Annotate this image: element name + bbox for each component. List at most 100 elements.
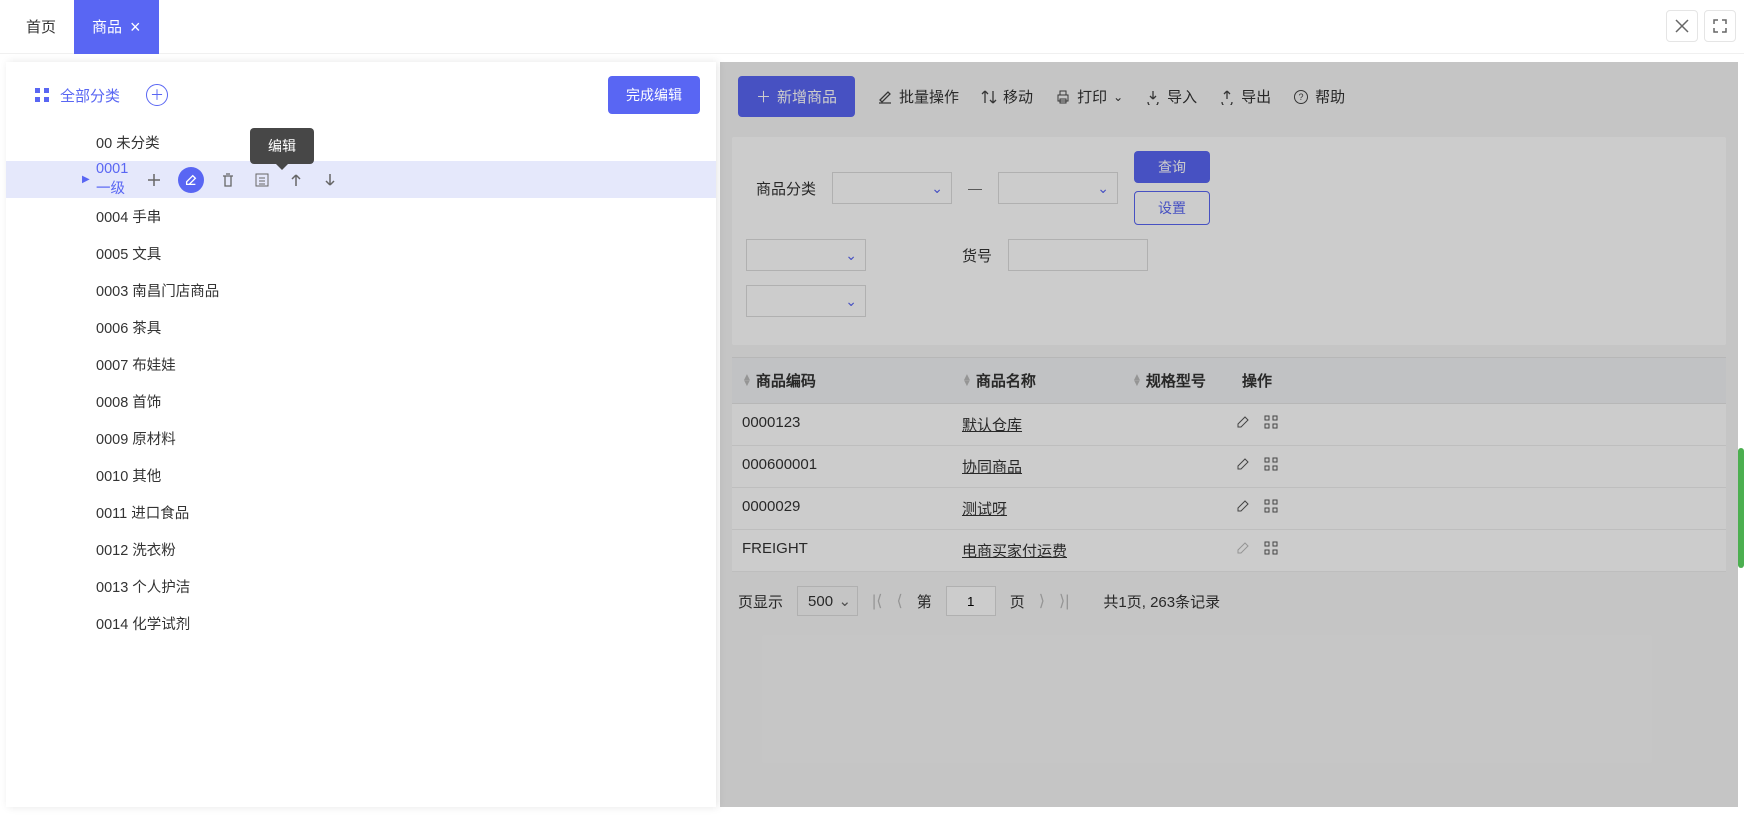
help-label: 帮助 bbox=[1315, 86, 1345, 107]
cell-actions bbox=[1212, 530, 1302, 571]
cell-name[interactable]: 电商买家付运费 bbox=[952, 530, 1122, 571]
page-summary: 共1页, 263条记录 bbox=[1103, 591, 1220, 612]
filter-category-label: 商品分类 bbox=[746, 178, 816, 199]
tree-item-actions bbox=[144, 167, 700, 193]
print-button[interactable]: 打印 ⌄ bbox=[1055, 86, 1123, 107]
table-row: 0000123默认仓库 bbox=[732, 404, 1726, 446]
tree-item[interactable]: 0014 化学试剂 bbox=[6, 605, 716, 642]
edit-icon bbox=[877, 89, 893, 105]
arrow-up-icon[interactable] bbox=[286, 170, 306, 190]
per-page-label: 页显示 bbox=[738, 591, 783, 612]
tab-home[interactable]: 首页 bbox=[8, 0, 74, 54]
row-edit-icon[interactable] bbox=[1235, 414, 1251, 430]
tree-item-label: 0009 原材料 bbox=[96, 428, 176, 449]
top-tab-bar: 首页 商品 × bbox=[0, 0, 1744, 54]
side-indicator bbox=[1738, 448, 1744, 568]
table-header: ▲▼商品编码 ▲▼商品名称 ▲▼规格型号 操作 bbox=[732, 357, 1726, 404]
per-page-select[interactable]: 500 bbox=[797, 586, 858, 616]
tree-item[interactable]: 0008 首饰 bbox=[6, 383, 716, 420]
last-page-icon[interactable]: ⟩| bbox=[1059, 591, 1069, 611]
row-edit-icon[interactable] bbox=[1235, 456, 1251, 472]
close-icon[interactable]: × bbox=[130, 18, 141, 36]
edit-icon[interactable] bbox=[178, 167, 204, 193]
edit-tooltip: 编辑 bbox=[250, 128, 314, 164]
cell-name[interactable]: 测试呀 bbox=[952, 488, 1122, 529]
category-panel: 全部分类 ＋ 完成编辑 编辑 00 未分类▶0001 一级0004 手串0005… bbox=[6, 62, 716, 807]
row-more-icon[interactable] bbox=[1263, 498, 1279, 514]
tree-item[interactable]: 0005 文具 bbox=[6, 235, 716, 272]
th-spec[interactable]: ▲▼规格型号 bbox=[1122, 358, 1212, 403]
tree-item[interactable]: 0007 布娃娃 bbox=[6, 346, 716, 383]
th-code[interactable]: ▲▼商品编码 bbox=[732, 358, 952, 403]
chevron-down-icon: ⌄ bbox=[845, 247, 857, 264]
tree-item[interactable]: 0009 原材料 bbox=[6, 420, 716, 457]
finish-edit-button[interactable]: 完成编辑 bbox=[608, 76, 700, 114]
cell-spec bbox=[1122, 488, 1212, 529]
tree-item[interactable]: 0013 个人护洁 bbox=[6, 568, 716, 605]
tab-product[interactable]: 商品 × bbox=[74, 0, 159, 54]
filter-sku-input[interactable] bbox=[1008, 239, 1148, 271]
filter-sku-label: 货号 bbox=[922, 245, 992, 266]
export-button[interactable]: 导出 bbox=[1219, 86, 1271, 107]
prev-page-icon[interactable]: ⟨ bbox=[896, 591, 902, 611]
tree-item[interactable]: 0004 手串 bbox=[6, 198, 716, 235]
add-product-button[interactable]: ＋ 新增商品 bbox=[738, 76, 855, 117]
query-button[interactable]: 查询 bbox=[1134, 151, 1210, 183]
tree-item-label: 0014 化学试剂 bbox=[96, 613, 190, 634]
add-icon[interactable] bbox=[144, 170, 164, 190]
cell-name[interactable]: 协同商品 bbox=[952, 446, 1122, 487]
row-edit-icon[interactable] bbox=[1235, 498, 1251, 514]
filter-select-a[interactable]: ⌄ bbox=[746, 239, 866, 271]
list-icon[interactable] bbox=[252, 170, 272, 190]
settings-button[interactable]: 设置 bbox=[1134, 191, 1210, 225]
chevron-down-icon: ⌄ bbox=[931, 180, 943, 197]
plus-icon: ＋ bbox=[150, 85, 164, 105]
row-more-icon[interactable] bbox=[1263, 456, 1279, 472]
expand-icon bbox=[1713, 19, 1727, 33]
print-icon bbox=[1055, 89, 1071, 105]
cell-spec bbox=[1122, 530, 1212, 571]
product-table: ▲▼商品编码 ▲▼商品名称 ▲▼规格型号 操作 0000123默认仓库00060… bbox=[732, 357, 1726, 572]
batch-action-button[interactable]: 批量操作 bbox=[877, 86, 959, 107]
cell-code: FREIGHT bbox=[732, 530, 952, 571]
next-page-icon[interactable]: ⟩ bbox=[1039, 591, 1045, 611]
arrow-down-icon[interactable] bbox=[320, 170, 340, 190]
import-icon bbox=[1145, 89, 1161, 105]
tree-item[interactable]: 00 未分类 bbox=[6, 124, 716, 161]
fullscreen-button[interactable] bbox=[1704, 10, 1736, 42]
first-page-icon[interactable]: |⟨ bbox=[872, 591, 882, 611]
tree-item[interactable]: 0006 茶具 bbox=[6, 309, 716, 346]
category-tree[interactable]: 00 未分类▶0001 一级0004 手串0005 文具0003 南昌门店商品0… bbox=[6, 124, 716, 809]
close-all-button[interactable] bbox=[1666, 10, 1698, 42]
help-button[interactable]: ? 帮助 bbox=[1293, 86, 1345, 107]
chevron-down-icon: ⌄ bbox=[845, 293, 857, 310]
tree-item[interactable]: 0011 进口食品 bbox=[6, 494, 716, 531]
cell-spec bbox=[1122, 446, 1212, 487]
tree-item[interactable]: 0010 其他 bbox=[6, 457, 716, 494]
caret-icon[interactable]: ▶ bbox=[82, 174, 90, 185]
filter-select-b[interactable]: ⌄ bbox=[746, 285, 866, 317]
tree-item[interactable]: ▶0001 一级 bbox=[6, 161, 716, 198]
table-row: 0000029测试呀 bbox=[732, 488, 1726, 530]
cell-name[interactable]: 默认仓库 bbox=[952, 404, 1122, 445]
filter-category-select[interactable]: ⌄ bbox=[832, 172, 952, 204]
move-button[interactable]: 移动 bbox=[981, 86, 1033, 107]
sort-icon: ▲▼ bbox=[1132, 375, 1142, 387]
row-more-icon[interactable] bbox=[1263, 414, 1279, 430]
tree-item[interactable]: 0003 南昌门店商品 bbox=[6, 272, 716, 309]
panel-header: 全部分类 ＋ 完成编辑 bbox=[6, 62, 716, 124]
tree-item[interactable]: 0012 洗衣粉 bbox=[6, 531, 716, 568]
cell-code: 000600001 bbox=[732, 446, 952, 487]
import-button[interactable]: 导入 bbox=[1145, 86, 1197, 107]
delete-icon[interactable] bbox=[218, 170, 238, 190]
x-icon bbox=[1675, 19, 1689, 33]
add-category-button[interactable]: ＋ bbox=[146, 84, 168, 106]
filter-category-select-2[interactable]: ⌄ bbox=[998, 172, 1118, 204]
page-input[interactable] bbox=[946, 586, 996, 616]
row-edit-icon[interactable] bbox=[1235, 540, 1251, 556]
th-name[interactable]: ▲▼商品名称 bbox=[952, 358, 1122, 403]
tab-product-label: 商品 bbox=[92, 16, 122, 37]
row-more-icon[interactable] bbox=[1263, 540, 1279, 556]
plus-icon: ＋ bbox=[756, 86, 771, 107]
add-product-label: 新增商品 bbox=[777, 86, 837, 107]
